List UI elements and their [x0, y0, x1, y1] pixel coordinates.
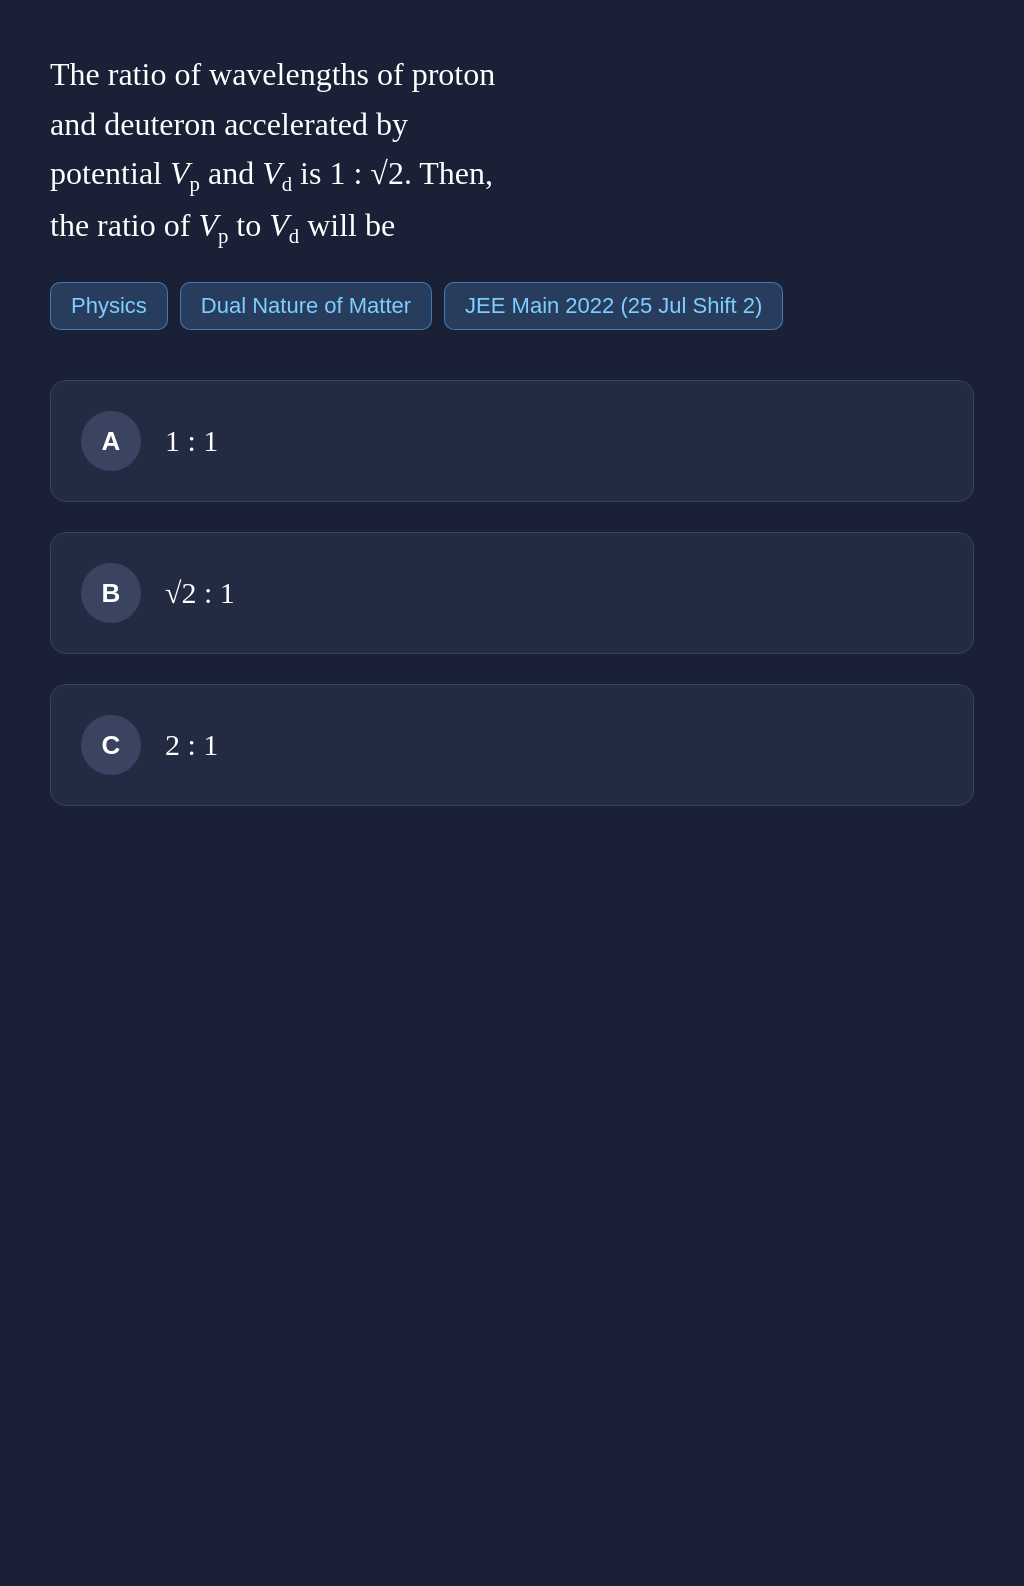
option-c[interactable]: C 2 : 1	[50, 684, 974, 806]
question-container: The ratio of wavelengths of proton and d…	[50, 50, 974, 330]
option-b-text: √2 : 1	[165, 576, 235, 610]
options-container: A 1 : 1 B √2 : 1 C 2 : 1	[50, 380, 974, 806]
option-a-label: A	[81, 411, 141, 471]
option-a-text: 1 : 1	[165, 424, 218, 458]
option-b[interactable]: B √2 : 1	[50, 532, 974, 654]
option-b-label: B	[81, 563, 141, 623]
tag-jee-main[interactable]: JEE Main 2022 (25 Jul Shift 2)	[444, 282, 783, 330]
option-a[interactable]: A 1 : 1	[50, 380, 974, 502]
question-text: The ratio of wavelengths of proton and d…	[50, 50, 974, 252]
tags-container: Physics Dual Nature of Matter JEE Main 2…	[50, 282, 974, 330]
option-c-label: C	[81, 715, 141, 775]
tag-dual-nature[interactable]: Dual Nature of Matter	[180, 282, 432, 330]
option-c-text: 2 : 1	[165, 728, 218, 762]
tag-physics[interactable]: Physics	[50, 282, 168, 330]
